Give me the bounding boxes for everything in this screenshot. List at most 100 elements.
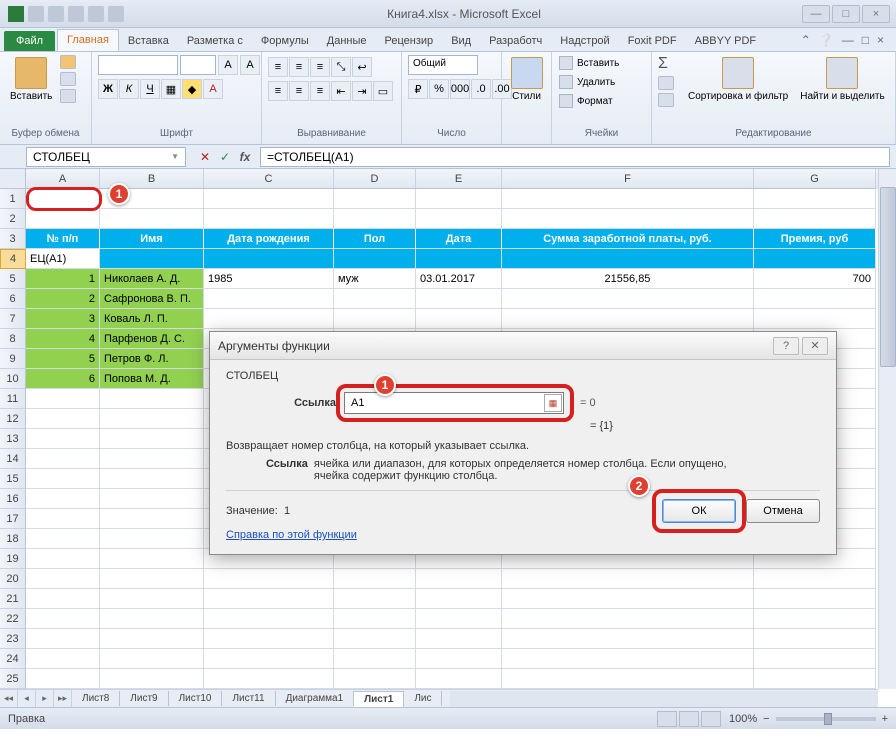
row-header[interactable]: 11: [0, 389, 26, 409]
currency-icon[interactable]: ₽: [408, 79, 428, 99]
dialog-titlebar[interactable]: Аргументы функции ? ✕: [210, 332, 836, 360]
sheet-tab[interactable]: Диаграмма1: [276, 691, 355, 706]
scrollbar-thumb[interactable]: [880, 187, 896, 367]
tab-layout[interactable]: Разметка с: [178, 31, 252, 51]
indent-dec-icon[interactable]: ⇤: [331, 81, 351, 101]
tab-data[interactable]: Данные: [318, 31, 376, 51]
autosum-icon[interactable]: Σ: [658, 55, 674, 73]
copy-icon[interactable]: [60, 72, 76, 86]
fill-icon[interactable]: [658, 76, 674, 90]
align-mid-icon[interactable]: ≡: [289, 57, 309, 77]
merge-icon[interactable]: ▭: [373, 81, 393, 101]
sort-filter-button[interactable]: Сортировка и фильтр: [684, 55, 792, 104]
fill-color-button[interactable]: ◆: [182, 79, 202, 99]
row-header[interactable]: 2: [0, 209, 26, 229]
border-button[interactable]: ▦: [161, 79, 181, 99]
col-header[interactable]: D: [334, 169, 416, 189]
qat-icon[interactable]: [108, 6, 124, 22]
table-header[interactable]: Имя: [100, 229, 204, 249]
underline-button[interactable]: Ч: [140, 79, 160, 99]
sheet-nav-last[interactable]: ▸▸: [54, 690, 72, 707]
row-header[interactable]: 24: [0, 649, 26, 669]
doc-max-icon[interactable]: □: [862, 33, 869, 47]
col-header[interactable]: E: [416, 169, 502, 189]
col-header[interactable]: G: [754, 169, 876, 189]
chevron-down-icon[interactable]: ▼: [171, 152, 179, 161]
table-row[interactable]: 3Коваль Л. П.: [26, 309, 878, 329]
save-icon[interactable]: [28, 6, 44, 22]
grow-font-icon[interactable]: A: [218, 55, 238, 75]
tab-developer[interactable]: Разработч: [480, 31, 551, 51]
tab-formulas[interactable]: Формулы: [252, 31, 318, 51]
zoom-in-button[interactable]: +: [882, 713, 888, 725]
paste-button[interactable]: Вставить: [6, 55, 56, 104]
enter-formula-button[interactable]: ✓: [216, 148, 234, 166]
row-header[interactable]: 14: [0, 449, 26, 469]
table-header[interactable]: Премия, руб: [754, 229, 876, 249]
dialog-help-button[interactable]: ?: [773, 337, 799, 355]
tab-insert[interactable]: Вставка: [119, 31, 178, 51]
doc-min-icon[interactable]: —: [842, 33, 854, 47]
format-painter-icon[interactable]: [60, 89, 76, 103]
qat-icon[interactable]: [88, 6, 104, 22]
percent-icon[interactable]: %: [429, 79, 449, 99]
row-header[interactable]: 9: [0, 349, 26, 369]
row-header[interactable]: 19: [0, 549, 26, 569]
cancel-formula-button[interactable]: ✕: [196, 148, 214, 166]
row-header[interactable]: 5: [0, 269, 26, 289]
minimize-ribbon-icon[interactable]: ⌃: [801, 33, 811, 47]
undo-icon[interactable]: [48, 6, 64, 22]
align-top-icon[interactable]: ≡: [268, 57, 288, 77]
vertical-scrollbar[interactable]: [878, 169, 896, 689]
row-header[interactable]: 22: [0, 609, 26, 629]
align-bot-icon[interactable]: ≡: [310, 57, 330, 77]
italic-button[interactable]: К: [119, 79, 139, 99]
align-right-icon[interactable]: ≡: [310, 81, 330, 101]
col-header[interactable]: A: [26, 169, 100, 189]
find-select-button[interactable]: Найти и выделить: [796, 55, 888, 104]
row-header[interactable]: 8: [0, 329, 26, 349]
sheet-nav-prev[interactable]: ◂: [18, 690, 36, 707]
row-header[interactable]: 10: [0, 369, 26, 389]
select-all-corner[interactable]: [0, 169, 26, 189]
close-button[interactable]: ×: [862, 5, 890, 23]
tab-addins[interactable]: Надстрой: [551, 31, 618, 51]
comma-icon[interactable]: 000: [450, 79, 470, 99]
table-header[interactable]: Пол: [334, 229, 416, 249]
tab-review[interactable]: Рецензир: [376, 31, 443, 51]
row-header[interactable]: 16: [0, 489, 26, 509]
styles-button[interactable]: Стили: [508, 55, 545, 104]
minimize-button[interactable]: —: [802, 5, 830, 23]
row-header[interactable]: 21: [0, 589, 26, 609]
row-header[interactable]: 3: [0, 229, 26, 249]
arg-input[interactable]: [344, 392, 564, 414]
sheet-tab[interactable]: Лис: [404, 691, 442, 706]
font-size-select[interactable]: [180, 55, 216, 75]
delete-cells-button[interactable]: Удалить: [558, 74, 616, 90]
sheet-tab[interactable]: Лист8: [72, 691, 120, 706]
row-header[interactable]: 6: [0, 289, 26, 309]
table-header[interactable]: Дата: [416, 229, 502, 249]
dialog-close-button[interactable]: ✕: [802, 337, 828, 355]
zoom-slider[interactable]: [776, 717, 876, 721]
row-header[interactable]: 18: [0, 529, 26, 549]
table-header[interactable]: № п/п: [26, 229, 100, 249]
redo-icon[interactable]: [68, 6, 84, 22]
cut-icon[interactable]: [60, 55, 76, 69]
tab-abbyy[interactable]: ABBYY PDF: [686, 31, 766, 51]
inc-decimal-icon[interactable]: .0: [471, 79, 491, 99]
sheet-tab[interactable]: Лист10: [169, 691, 223, 706]
fx-button[interactable]: fx: [236, 148, 254, 166]
wrap-text-icon[interactable]: ↩: [352, 57, 372, 77]
row-header[interactable]: 15: [0, 469, 26, 489]
format-cells-button[interactable]: Формат: [558, 93, 614, 109]
view-pagebreak-icon[interactable]: [701, 711, 721, 727]
shrink-font-icon[interactable]: A: [240, 55, 260, 75]
sheet-tab[interactable]: Лист9: [120, 691, 168, 706]
row-header[interactable]: 7: [0, 309, 26, 329]
maximize-button[interactable]: □: [832, 5, 860, 23]
row-header[interactable]: 4: [0, 249, 26, 269]
sheet-nav-first[interactable]: ◂◂: [0, 690, 18, 707]
tab-home[interactable]: Главная: [57, 29, 119, 51]
formula-input[interactable]: =СТОЛБЕЦ(A1): [260, 147, 890, 167]
